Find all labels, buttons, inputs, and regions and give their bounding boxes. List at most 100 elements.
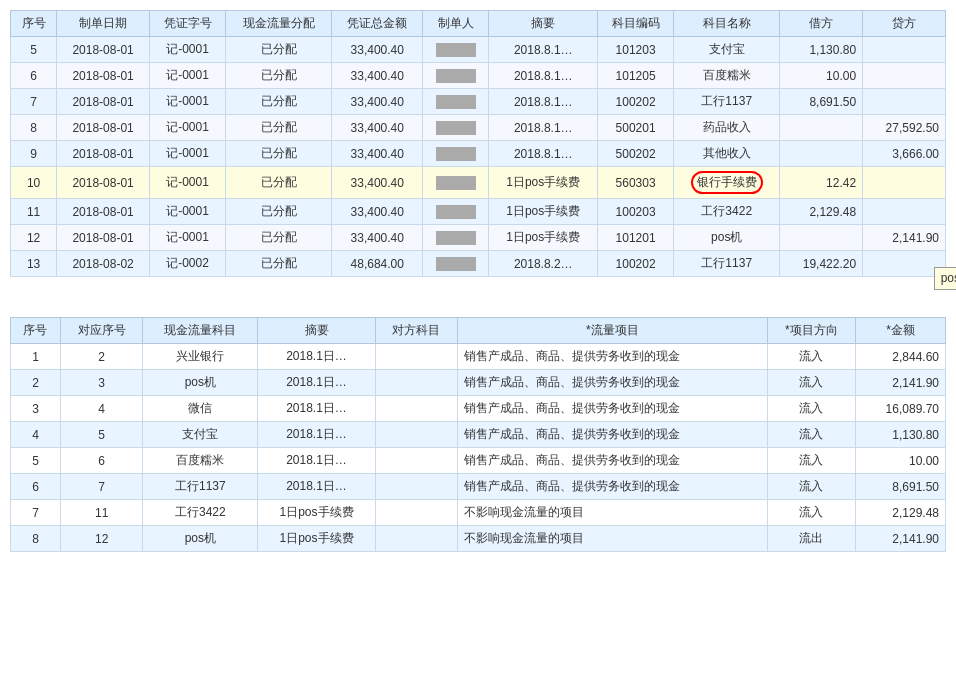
cell-summary: 2018.8.1… [489,89,598,115]
cell-cash: 已分配 [226,251,332,277]
maker-avatar [436,257,476,271]
col-maker: 制单人 [423,11,489,37]
cell-seq: 10 [11,167,57,199]
cell-cash: 已分配 [226,115,332,141]
cell-maker [423,225,489,251]
table-row: 82018-08-01记-0001已分配33,400.402018.8.1…50… [11,115,946,141]
cell-code: 101203 [598,37,674,63]
cell-code: 101205 [598,63,674,89]
table-row: 62018-08-01记-0001已分配33,400.402018.8.1…10… [11,63,946,89]
section-table2: 序号 对应序号 现金流量科目 摘要 对方科目 *流量项目 *项目方向 *金额 1… [10,317,946,552]
cell-maker [423,141,489,167]
cell-flow: 销售产成品、商品、提供劳务收到的现金 [458,422,767,448]
cell-amount: 33,400.40 [332,199,423,225]
voucher-table: 序号 制单日期 凭证字号 现金流量分配 凭证总金额 制单人 摘要 科目编码 科目… [10,10,946,277]
cell-code: 500202 [598,141,674,167]
cell-amount: 2,141.90 [856,526,946,552]
cell-voucher: 记-0001 [150,141,226,167]
cell-maker [423,37,489,63]
table-row: 67工行11372018.1日…销售产成品、商品、提供劳务收到的现金流入8,69… [11,474,946,500]
cell-maker [423,63,489,89]
cell-name: pos机 [674,225,780,251]
cell-debit [780,225,863,251]
col2-amount: *金额 [856,318,946,344]
cell-maker [423,199,489,225]
cell-seq: 12 [11,225,57,251]
col2-summary: 摘要 [258,318,376,344]
cell-debit: 2,129.48 [780,199,863,225]
tooltip-popup: pos机 [934,267,956,290]
cell-cash: 已分配 [226,167,332,199]
table-row: 56百度糯米2018.1日…销售产成品、商品、提供劳务收到的现金流入10.00 [11,448,946,474]
cell-debit: 10.00 [780,63,863,89]
col-date: 制单日期 [57,11,150,37]
cell-credit [863,199,946,225]
col2-opposite: 对方科目 [375,318,457,344]
cell-voucher: 记-0001 [150,63,226,89]
cell-seq: 8 [11,526,61,552]
cell-credit [863,89,946,115]
cell-direction: 流入 [767,396,856,422]
cell-summary: 1日pos手续费 [258,500,376,526]
cell-date: 2018-08-01 [57,115,150,141]
cell-flow: 销售产成品、商品、提供劳务收到的现金 [458,448,767,474]
cell-seq: 9 [11,141,57,167]
cell-debit [780,115,863,141]
cell-direction: 流入 [767,344,856,370]
cell-summary: 1日pos手续费 [489,167,598,199]
cell-date: 2018-08-01 [57,141,150,167]
cell-amount: 10.00 [856,448,946,474]
cell-date: 2018-08-01 [57,199,150,225]
cell-summary: 1日pos手续费 [489,199,598,225]
maker-avatar [436,176,476,190]
cell-seq: 11 [11,199,57,225]
cell-name: 工行1137 [674,89,780,115]
cell-subject: 兴业银行 [143,344,258,370]
cell-amount: 33,400.40 [332,37,423,63]
section-table1: 序号 制单日期 凭证字号 现金流量分配 凭证总金额 制单人 摘要 科目编码 科目… [10,10,946,277]
cell-debit: 1,130.80 [780,37,863,63]
cell-summary: 1日pos手续费 [489,225,598,251]
cashflow-table: 序号 对应序号 现金流量科目 摘要 对方科目 *流量项目 *项目方向 *金额 1… [10,317,946,552]
col2-subject: 现金流量科目 [143,318,258,344]
maker-avatar [436,231,476,245]
cell-seq: 5 [11,448,61,474]
cell-voucher: 记-0001 [150,89,226,115]
cell-summary: 2018.1日… [258,422,376,448]
cell-name: 工行1137 [674,251,780,277]
cell-opposite [375,396,457,422]
cell-debit: 12.42 [780,167,863,199]
cell-seq: 13 [11,251,57,277]
col-code: 科目编码 [598,11,674,37]
cell-code: 100202 [598,89,674,115]
cell-name: 银行手续费 [674,167,780,199]
cell-flow: 销售产成品、商品、提供劳务收到的现金 [458,474,767,500]
cell-summary: 2018.1日… [258,396,376,422]
cell-cash: 已分配 [226,225,332,251]
cell-cash: 已分配 [226,63,332,89]
cell-credit: 2,141.90 [863,225,946,251]
cell-subject: 微信 [143,396,258,422]
cell-amount: 2,141.90 [856,370,946,396]
cell-amount: 33,400.40 [332,167,423,199]
cell-code: 101201 [598,225,674,251]
table-row: 34微信2018.1日…销售产成品、商品、提供劳务收到的现金流入16,089.7… [11,396,946,422]
cell-corr: 11 [60,500,142,526]
cell-corr: 4 [60,396,142,422]
cell-code: 100203 [598,199,674,225]
cell-summary: 2018.8.1… [489,141,598,167]
cell-credit: 3,666.00 [863,141,946,167]
cell-name: 工行3422 [674,199,780,225]
cell-direction: 流入 [767,448,856,474]
cell-flow: 不影响现金流量的项目 [458,500,767,526]
cell-name: 其他收入 [674,141,780,167]
cell-summary: 2018.1日… [258,474,376,500]
cell-amount: 1,130.80 [856,422,946,448]
cell-credit: 27,592.50 [863,115,946,141]
cell-maker [423,167,489,199]
cell-flow: 销售产成品、商品、提供劳务收到的现金 [458,344,767,370]
cell-debit: 8,691.50 [780,89,863,115]
cell-corr: 12 [60,526,142,552]
cell-debit [780,141,863,167]
table-row: 45支付宝2018.1日…销售产成品、商品、提供劳务收到的现金流入1,130.8… [11,422,946,448]
